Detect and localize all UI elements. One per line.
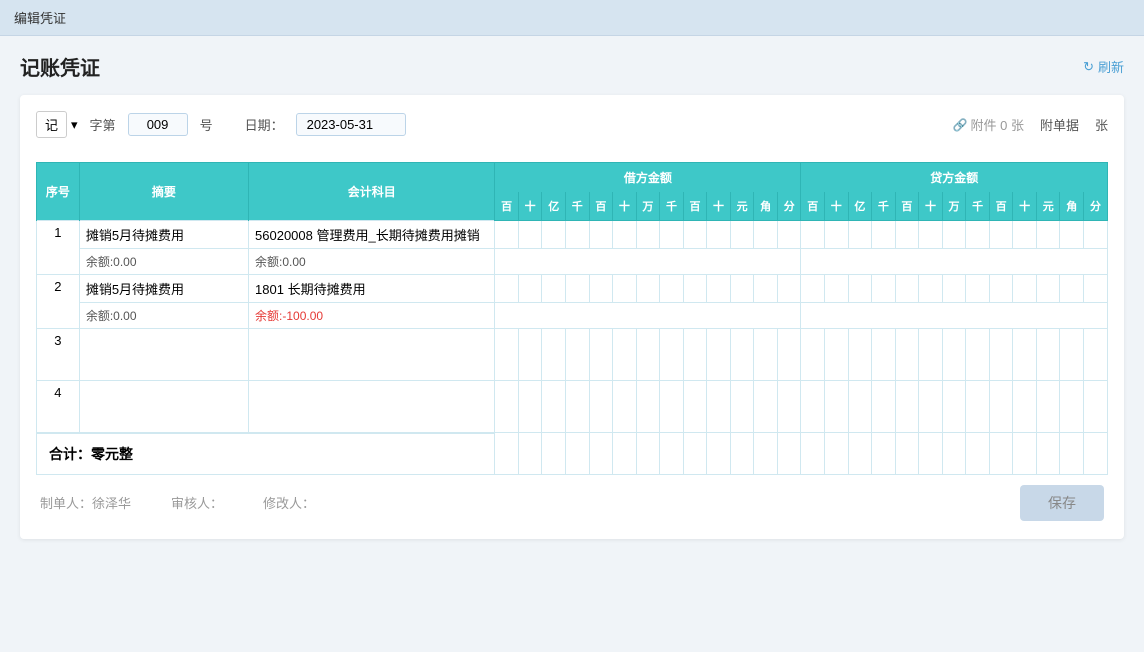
- table-row: 1 摊销5月待摊费用 56020008 管理费用_长期待摊费用摊销: [37, 221, 1108, 249]
- voucher-table: 序号 摘要 会计科目 借方金额 贷方金额 百 十 亿 千 百 十 万: [36, 162, 1108, 475]
- voucher-type-button[interactable]: 记: [36, 111, 67, 138]
- th-debit: 借方金额: [495, 163, 801, 193]
- voucher-card: 记 ▾ 字第 号 日期： 🔗 附件 0 张 附单据 张: [20, 95, 1124, 539]
- th-c-bai: 百: [895, 192, 919, 221]
- th-c-fen: 分: [1084, 192, 1108, 221]
- refresh-button[interactable]: ↻ 刷新: [1083, 57, 1124, 76]
- total-row: 合计：零元整: [37, 433, 1108, 475]
- th-c-bai2: 百: [801, 192, 825, 221]
- table-row: 2 摊销5月待摊费用 1801 长期待摊费用: [37, 275, 1108, 303]
- row3-seq: 3: [37, 329, 80, 381]
- table-row: 4: [37, 381, 1108, 433]
- th-c-shi2: 十: [825, 192, 849, 221]
- row2-balance: 余额:0.00: [79, 303, 248, 329]
- table-row-balance1: 余额:0.00 余额:0.00: [37, 249, 1108, 275]
- r1-d1[interactable]: [495, 221, 519, 249]
- th-d-wan: 万: [636, 192, 660, 221]
- auditor-label: 审核人：: [171, 496, 223, 511]
- creator-name: 徐泽华: [92, 496, 131, 511]
- refresh-icon: ↻: [1083, 59, 1094, 75]
- row1-account[interactable]: 56020008 管理费用_长期待摊费用摊销: [249, 221, 495, 249]
- dropdown-icon: ▾: [71, 117, 78, 133]
- th-d-shi3: 十: [707, 192, 731, 221]
- auditor-area: 审核人：: [171, 493, 223, 512]
- zi-di-label: 字第: [90, 115, 116, 134]
- th-d-qian2: 千: [566, 192, 590, 221]
- row3-summary[interactable]: [79, 329, 248, 381]
- creator-area: 制单人：徐泽华: [40, 493, 131, 512]
- row1-balance: 余额:0.00: [79, 249, 248, 275]
- th-d-yi: 亿: [542, 192, 566, 221]
- zhang-label: 张: [1095, 115, 1108, 134]
- save-button[interactable]: 保存: [1020, 485, 1104, 521]
- table-row: 3: [37, 329, 1108, 381]
- th-c-yi: 亿: [848, 192, 872, 221]
- th-d-bai3: 百: [683, 192, 707, 221]
- hao-label: 号: [200, 115, 213, 134]
- footer-row: 制单人：徐泽华 审核人： 修改人： 保存: [36, 475, 1108, 523]
- row2-account[interactable]: 1801 长期待摊费用: [249, 275, 495, 303]
- modifier-area: 修改人：: [263, 493, 315, 512]
- th-c-qian: 千: [966, 192, 990, 221]
- th-d-yuan: 元: [730, 192, 754, 221]
- form-row: 记 ▾ 字第 号 日期： 🔗 附件 0 张 附单据 张: [36, 111, 1108, 148]
- th-credit: 贷方金额: [801, 163, 1108, 193]
- row4-seq: 4: [37, 381, 80, 433]
- voucher-number-input[interactable]: [128, 113, 188, 136]
- row2-account-balance: 余额:-100.00: [249, 303, 495, 329]
- th-d-bai2: 百: [495, 192, 519, 221]
- row3-account[interactable]: [249, 329, 495, 381]
- page-title: 记账凭证: [20, 52, 100, 81]
- row4-account[interactable]: [249, 381, 495, 433]
- date-label: 日期：: [245, 115, 284, 134]
- total-label: 合计：零元整: [37, 433, 495, 475]
- row4-summary[interactable]: [79, 381, 248, 433]
- content-area: 记账凭证 ↻ 刷新 记 ▾ 字第 号 日期： 🔗: [0, 36, 1144, 652]
- row1-account-balance: 余额:0.00: [249, 249, 495, 275]
- table-header-row-1: 序号 摘要 会计科目 借方金额 贷方金额: [37, 163, 1108, 193]
- th-seq: 序号: [37, 163, 80, 221]
- th-summary: 摘要: [79, 163, 248, 221]
- th-d-jiao: 角: [754, 192, 778, 221]
- window-title: 编辑凭证: [14, 11, 66, 26]
- modifier-label: 修改人：: [263, 496, 315, 511]
- row2-seq: 2: [37, 275, 80, 329]
- date-input[interactable]: [296, 113, 406, 136]
- attachment-link[interactable]: 🔗 附件 0 张: [953, 115, 1024, 134]
- th-c-bai3: 百: [989, 192, 1013, 221]
- th-d-fen: 分: [777, 192, 801, 221]
- right-actions: 🔗 附件 0 张 附单据 张: [953, 115, 1108, 134]
- title-bar: 编辑凭证: [0, 0, 1144, 36]
- window: 编辑凭证 记账凭证 ↻ 刷新 记 ▾ 字第 号 日期：: [0, 0, 1144, 652]
- voucher-type-area: 记 ▾: [36, 111, 78, 138]
- page-header: 记账凭证 ↻ 刷新: [20, 52, 1124, 81]
- creator-label: 制单人：: [40, 496, 92, 511]
- row1-summary[interactable]: 摊销5月待摊费用: [79, 221, 248, 249]
- table-row-balance2: 余额:0.00 余额:-100.00: [37, 303, 1108, 329]
- th-c-wan: 万: [942, 192, 966, 221]
- th-d-shi2: 十: [518, 192, 542, 221]
- th-c-qian2: 千: [872, 192, 896, 221]
- th-c-shi: 十: [919, 192, 943, 221]
- paperclip-icon: 🔗: [953, 118, 968, 132]
- single-doc-button[interactable]: 附单据: [1040, 115, 1079, 134]
- row1-seq: 1: [37, 221, 80, 275]
- th-d-shi: 十: [613, 192, 637, 221]
- row2-summary[interactable]: 摊销5月待摊费用: [79, 275, 248, 303]
- th-d-bai: 百: [589, 192, 613, 221]
- th-c-jiao: 角: [1060, 192, 1084, 221]
- th-c-shi3: 十: [1013, 192, 1037, 221]
- th-d-qian: 千: [660, 192, 684, 221]
- th-c-yuan: 元: [1036, 192, 1060, 221]
- th-account: 会计科目: [249, 163, 495, 221]
